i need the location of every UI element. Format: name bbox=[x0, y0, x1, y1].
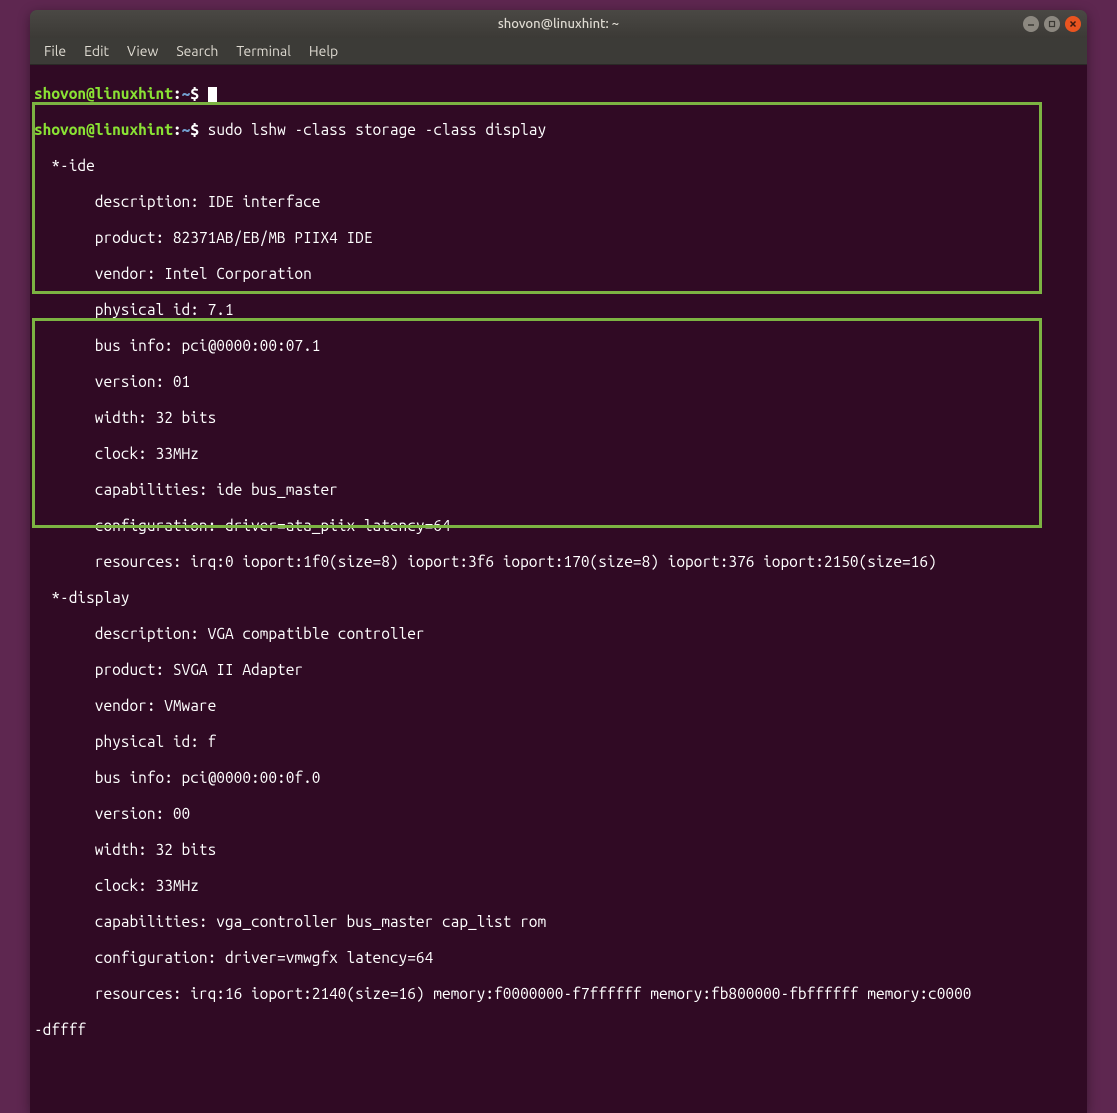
ide-configuration: configuration: driver=ata_piix latency=6… bbox=[34, 517, 1083, 535]
prompt-dollar: $ bbox=[190, 121, 199, 138]
prompt-dollar: $ bbox=[190, 85, 199, 102]
close-icon bbox=[1069, 20, 1077, 28]
minimize-button[interactable] bbox=[1023, 16, 1039, 32]
maximize-icon bbox=[1048, 20, 1056, 28]
prompt-path: ~ bbox=[182, 121, 191, 138]
titlebar[interactable]: shovon@linuxhint: ~ bbox=[30, 10, 1087, 38]
menu-file[interactable]: File bbox=[36, 40, 74, 62]
cursor bbox=[208, 87, 217, 103]
terminal-content[interactable]: shovon@linuxhint:~$ shovon@linuxhint:~$ … bbox=[30, 65, 1087, 1113]
menu-help[interactable]: Help bbox=[301, 40, 346, 62]
display-version: version: 00 bbox=[34, 805, 1083, 823]
menu-edit[interactable]: Edit bbox=[76, 40, 117, 62]
display-header: *-display bbox=[34, 589, 1083, 607]
display-bus-info: bus info: pci@0000:00:0f.0 bbox=[34, 769, 1083, 787]
display-description: description: VGA compatible controller bbox=[34, 625, 1083, 643]
ide-capabilities: capabilities: ide bus_master bbox=[34, 481, 1083, 499]
display-clock: clock: 33MHz bbox=[34, 877, 1083, 895]
ide-physical-id: physical id: 7.1 bbox=[34, 301, 1083, 319]
display-capabilities: capabilities: vga_controller bus_master … bbox=[34, 913, 1083, 931]
prompt-line-2: shovon@linuxhint:~$ sudo lshw -class sto… bbox=[34, 121, 1083, 139]
prompt-line-1: shovon@linuxhint:~$ bbox=[34, 85, 1083, 103]
prompt-path: ~ bbox=[182, 85, 191, 102]
display-physical-id: physical id: f bbox=[34, 733, 1083, 751]
display-configuration: configuration: driver=vmwgfx latency=64 bbox=[34, 949, 1083, 967]
prompt-colon: : bbox=[173, 85, 182, 102]
ide-description: description: IDE interface bbox=[34, 193, 1083, 211]
display-resources: resources: irq:16 ioport:2140(size=16) m… bbox=[34, 985, 1083, 1003]
menu-search[interactable]: Search bbox=[168, 40, 226, 62]
ide-width: width: 32 bits bbox=[34, 409, 1083, 427]
ide-bus-info: bus info: pci@0000:00:07.1 bbox=[34, 337, 1083, 355]
display-vendor: vendor: VMware bbox=[34, 697, 1083, 715]
ide-version: version: 01 bbox=[34, 373, 1083, 391]
menubar: File Edit View Search Terminal Help bbox=[30, 38, 1087, 65]
menu-terminal[interactable]: Terminal bbox=[228, 40, 299, 62]
display-product: product: SVGA II Adapter bbox=[34, 661, 1083, 679]
window-title: shovon@linuxhint: ~ bbox=[498, 17, 619, 31]
command-text: sudo lshw -class storage -class display bbox=[208, 121, 547, 138]
close-button[interactable] bbox=[1065, 16, 1081, 32]
ide-vendor: vendor: Intel Corporation bbox=[34, 265, 1083, 283]
ide-header: *-ide bbox=[34, 157, 1083, 175]
trailing-line: -dffff bbox=[34, 1021, 1083, 1039]
maximize-button[interactable] bbox=[1044, 16, 1060, 32]
ide-clock: clock: 33MHz bbox=[34, 445, 1083, 463]
prompt-user: shovon@linuxhint bbox=[34, 85, 173, 102]
prompt-user: shovon@linuxhint bbox=[34, 121, 173, 138]
display-width: width: 32 bits bbox=[34, 841, 1083, 859]
menu-view[interactable]: View bbox=[119, 40, 166, 62]
terminal-window: shovon@linuxhint: ~ File Edit View Searc… bbox=[30, 10, 1087, 1113]
ide-product: product: 82371AB/EB/MB PIIX4 IDE bbox=[34, 229, 1083, 247]
window-controls bbox=[1023, 16, 1081, 32]
ide-resources: resources: irq:0 ioport:1f0(size=8) iopo… bbox=[34, 553, 1083, 571]
prompt-colon: : bbox=[173, 121, 182, 138]
minimize-icon bbox=[1027, 20, 1035, 28]
